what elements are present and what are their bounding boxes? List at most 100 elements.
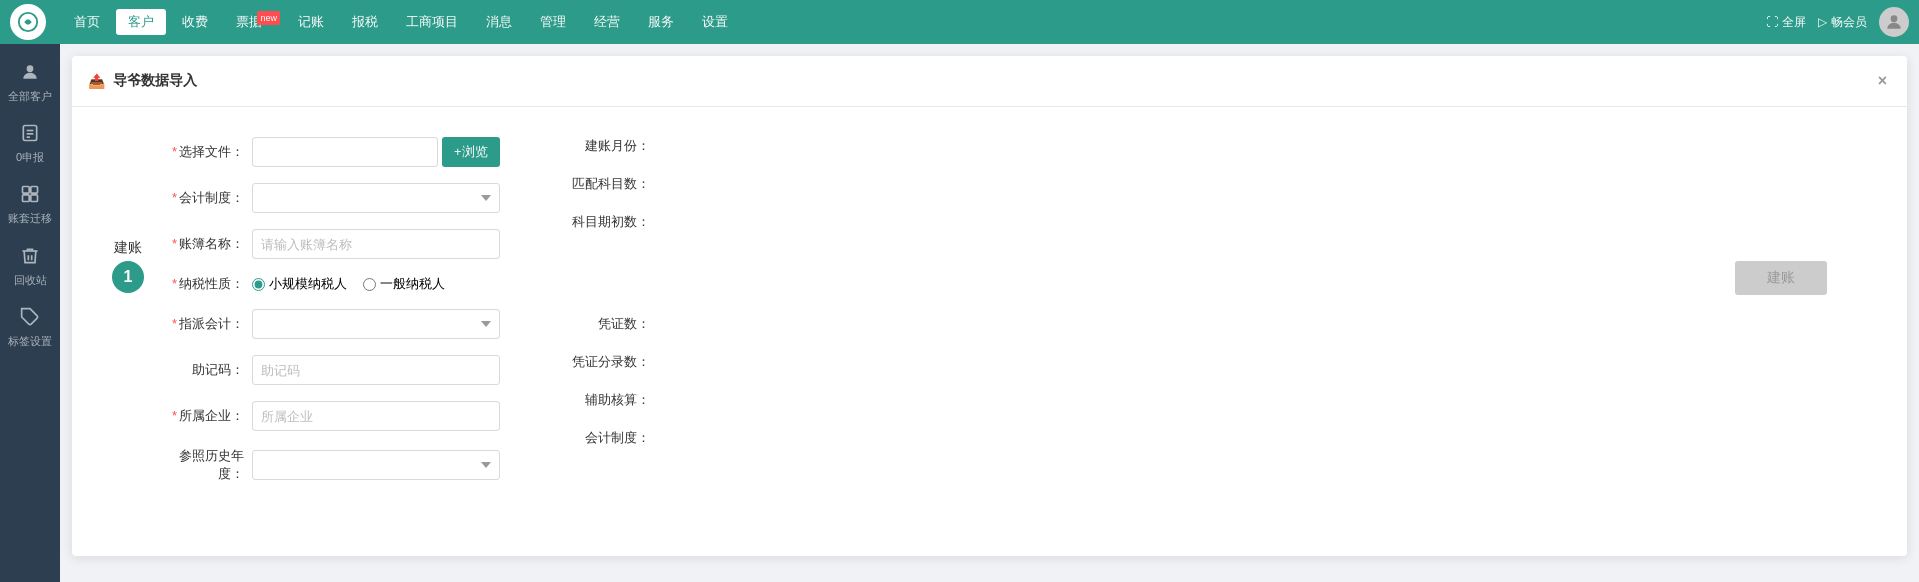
sidebar-label-zero-report: 0申报 — [16, 151, 44, 164]
auxiliary-row: 辅助核算： — [560, 391, 1867, 409]
nav-management[interactable]: 管理 — [528, 9, 578, 35]
nav-home[interactable]: 首页 — [62, 9, 112, 35]
ledger-name-row: *账簿名称： — [164, 229, 500, 259]
close-button[interactable]: × — [1874, 68, 1891, 94]
voucher-records-row: 凭证分录数： — [560, 353, 1867, 371]
dialog-title: 导爷数据导入 — [113, 72, 197, 90]
sidebar-item-trash[interactable]: 回收站 — [2, 238, 58, 295]
browse-button[interactable]: +浏览 — [442, 137, 500, 167]
fullscreen-button[interactable]: ⛶ 全屏 — [1766, 14, 1806, 31]
nav-items: 首页 客户 收费 票据 new 记账 报税 工商项目 消息 管理 经营 服务 设… — [62, 9, 1766, 35]
company-row: *所属企业： — [164, 401, 500, 431]
period-opening-row: 科目期初数： — [560, 213, 1867, 231]
tax-nature-group: 小规模纳税人 一般纳税人 — [252, 275, 500, 293]
month-label: 建账月份： — [560, 137, 650, 155]
fullscreen-icon: ⛶ — [1766, 15, 1778, 29]
svg-point-2 — [27, 65, 34, 72]
sidebar: 全部客户 0申报 账套迁移 — [0, 44, 60, 582]
nav-fee[interactable]: 收费 — [170, 9, 220, 35]
memo-row: 助记码： — [164, 355, 500, 385]
svg-rect-9 — [23, 195, 30, 202]
accountant-select[interactable] — [252, 309, 500, 339]
file-row: *选择文件： +浏览 — [164, 137, 500, 167]
voucher-row: 凭证数： — [560, 315, 1867, 333]
svg-point-1 — [1891, 15, 1898, 22]
tax-general-option[interactable]: 一般纳税人 — [363, 275, 445, 293]
accountant-row: *指派会计： — [164, 309, 500, 339]
voucher-label: 凭证数： — [560, 315, 650, 333]
ledger-name-label: *账簿名称： — [164, 235, 244, 253]
company-label: *所属企业： — [164, 407, 244, 425]
nav-invoice[interactable]: 票据 new — [224, 9, 282, 35]
right-accounting-label: 会计制度： — [560, 429, 650, 447]
svg-rect-8 — [31, 187, 38, 194]
migrate-icon — [20, 184, 40, 209]
nav-service[interactable]: 服务 — [636, 9, 686, 35]
file-input-group: +浏览 — [252, 137, 500, 167]
history-year-row: 参照历史年度： — [164, 447, 500, 483]
top-navigation: 首页 客户 收费 票据 new 记账 报税 工商项目 消息 管理 经营 服务 设… — [0, 0, 1919, 44]
accounting-system-row: *会计制度： — [164, 183, 500, 213]
main-layout: 全部客户 0申报 账套迁移 — [0, 44, 1919, 582]
form-section: *选择文件： +浏览 *会计制度： — [164, 137, 500, 499]
accounting-system-select[interactable] — [252, 183, 500, 213]
import-dialog: 📤 导爷数据导入 × 建账 1 — [72, 56, 1907, 556]
sidebar-item-migration[interactable]: 账套迁移 — [2, 176, 58, 233]
nav-operation[interactable]: 经营 — [582, 9, 632, 35]
tax-small-option[interactable]: 小规模纳税人 — [252, 275, 347, 293]
tax-small-label: 小规模纳税人 — [269, 275, 347, 293]
user-avatar[interactable] — [1879, 7, 1909, 37]
new-badge: new — [257, 11, 280, 25]
file-required: * — [172, 144, 177, 159]
company-input[interactable] — [252, 401, 500, 431]
nav-message[interactable]: 消息 — [474, 9, 524, 35]
sidebar-label-all-customers: 全部客户 — [8, 90, 52, 103]
dialog-body: 建账 1 *选择文件： +浏览 — [72, 107, 1907, 529]
step-circle: 1 — [112, 261, 144, 293]
nav-business[interactable]: 工商项目 — [394, 9, 470, 35]
history-year-label: 参照历史年度： — [164, 447, 244, 483]
nav-right: ⛶ 全屏 ▷ 畅会员 — [1766, 7, 1909, 37]
tax-small-radio[interactable] — [252, 278, 265, 291]
svg-rect-10 — [31, 195, 38, 202]
tax-general-radio[interactable] — [363, 278, 376, 291]
history-year-select[interactable] — [252, 450, 500, 480]
svg-rect-7 — [23, 187, 30, 194]
dialog-title-area: 📤 导爷数据导入 — [88, 72, 197, 90]
right-accounting-row: 会计制度： — [560, 429, 1867, 447]
ledger-name-input[interactable] — [252, 229, 500, 259]
nav-bookkeeping[interactable]: 记账 — [286, 9, 336, 35]
step-section: 建账 1 *选择文件： +浏览 — [112, 137, 500, 499]
report-icon — [20, 123, 40, 148]
sidebar-label-tag-settings: 标签设置 — [8, 335, 52, 348]
trash-icon — [20, 246, 40, 271]
file-label: *选择文件： — [164, 143, 244, 161]
nav-customer[interactable]: 客户 — [116, 9, 166, 35]
tag-icon — [20, 307, 40, 332]
main-content: 📤 导爷数据导入 × 建账 1 — [60, 44, 1919, 582]
accounting-system-label: *会计制度： — [164, 189, 244, 207]
user-icon — [20, 62, 40, 87]
sidebar-item-zero-report[interactable]: 0申报 — [2, 115, 58, 172]
file-input[interactable] — [252, 137, 438, 167]
tax-nature-row: *纳税性质： 小规模纳税人 一般纳税人 — [164, 275, 500, 293]
accountant-label: *指派会计： — [164, 315, 244, 333]
create-account-button[interactable]: 建账 — [1735, 261, 1827, 295]
nav-tax[interactable]: 报税 — [340, 9, 390, 35]
match-subjects-label: 匹配科目数： — [560, 175, 650, 193]
sidebar-label-trash: 回收站 — [14, 274, 47, 287]
dialog-header: 📤 导爷数据导入 × — [72, 56, 1907, 107]
logo[interactable] — [10, 4, 46, 40]
memo-input[interactable] — [252, 355, 500, 385]
vip-button[interactable]: ▷ 畅会员 — [1818, 14, 1867, 31]
sidebar-item-tag-settings[interactable]: 标签设置 — [2, 299, 58, 356]
sidebar-item-all-customers[interactable]: 全部客户 — [2, 54, 58, 111]
nav-settings[interactable]: 设置 — [690, 9, 740, 35]
tax-general-label: 一般纳税人 — [380, 275, 445, 293]
right-section: 建账月份： 匹配科目数： 科目期初数： 建账 凭证 — [560, 137, 1867, 499]
import-icon: 📤 — [88, 73, 105, 89]
voucher-records-label: 凭证分录数： — [560, 353, 650, 371]
match-subjects-row: 匹配科目数： — [560, 175, 1867, 193]
tax-nature-label: *纳税性质： — [164, 275, 244, 293]
step-label: 建账 — [114, 239, 142, 257]
